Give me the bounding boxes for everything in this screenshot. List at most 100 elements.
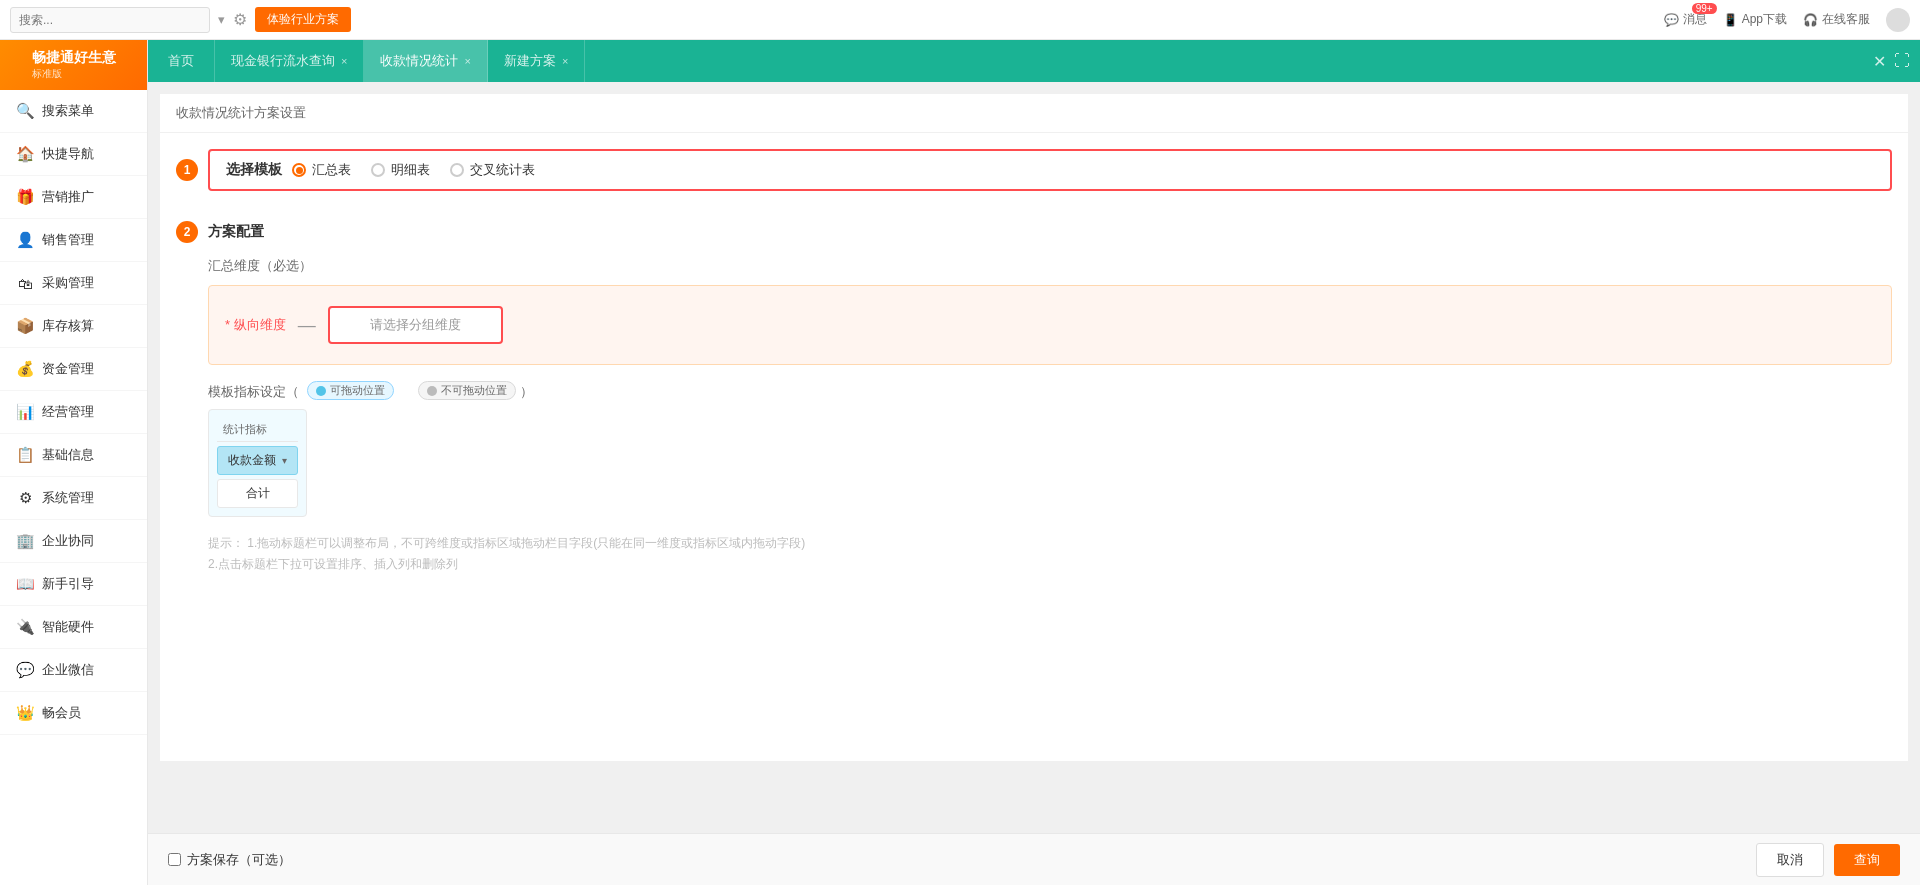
sidebar-item-label: 采购管理 [42, 274, 94, 292]
page-content: 收款情况统计方案设置 1 选择模板 汇总表 明细表 交叉统计表 [148, 82, 1920, 833]
support-icon: 🎧 [1803, 13, 1818, 27]
purchase-icon: 🛍 [16, 274, 34, 292]
paren-close: ） [520, 384, 533, 399]
draggable-dot [316, 386, 326, 396]
tab-label: 首页 [168, 52, 194, 70]
message-badge: 99+ [1692, 3, 1717, 14]
radio-cross[interactable]: 交叉统计表 [450, 161, 535, 179]
top-bar-right: 💬 消息 99+ 📱 App下载 🎧 在线客服 [1664, 8, 1910, 32]
online-support-label: 在线客服 [1822, 11, 1870, 28]
save-checkbox[interactable]: 方案保存（可选） [168, 851, 291, 869]
step2-section: 2 方案配置 汇总维度（必选） * 纵向维度 — 请选择分组维度 [160, 221, 1908, 592]
sidebar-nav: 🔍 搜索菜单 🏠 快捷导航 🎁营销推广 👤 销售管理 🛍 采购管理 📦库存核算💰资金管理 📊 经营管理… [0, 90, 147, 885]
step1-title: 选择模板 [226, 161, 282, 179]
sidebar-item-corp-wechat[interactable]: 💬企业微信 [0, 649, 147, 692]
tip-item: 提示： 1.拖动标题栏可以调整布局，不可跨维度或指标区域拖动栏目字段(只能在同一… [208, 533, 1892, 555]
step2-title: 方案配置 [208, 223, 264, 241]
operation-icon: 📊 [16, 403, 34, 421]
top-bar-left: ▾ ⚙ 体验行业方案 [10, 7, 1664, 33]
sidebar-item-label: 新手引导 [42, 575, 94, 593]
corp-collab-icon: 🏢 [16, 532, 34, 550]
avatar[interactable] [1886, 8, 1910, 32]
base-icon: 📋 [16, 446, 34, 464]
quick-nav-icon: 🏠 [16, 145, 34, 163]
message-item[interactable]: 💬 消息 99+ [1664, 11, 1707, 28]
radio-label-summary: 汇总表 [312, 161, 351, 179]
content-area: 首页现金银行流水查询×收款情况统计×新建方案×✕⛶ 收款情况统计方案设置 1 选… [148, 40, 1920, 885]
sidebar-item-label: 资金管理 [42, 360, 94, 378]
metrics-section-label: 模板指标设定（ [208, 384, 299, 399]
sidebar-item-label: 快捷导航 [42, 145, 94, 163]
message-icon: 💬 [1664, 13, 1679, 27]
sales-icon: 👤 [16, 231, 34, 249]
sidebar-item-label: 搜索菜单 [42, 102, 94, 120]
marketing-icon: 🎁 [16, 188, 34, 206]
sidebar-item-system[interactable]: ⚙系统管理 [0, 477, 147, 520]
sidebar-item-purchase[interactable]: 🛍 采购管理 [0, 262, 147, 305]
step2-num: 2 [176, 221, 198, 243]
close-window-icon[interactable]: ✕ [1873, 52, 1886, 71]
tab-close-icon[interactable]: × [464, 55, 470, 67]
sidebar-item-label: 智能硬件 [42, 618, 94, 636]
settings-icon[interactable]: ⚙ [233, 10, 247, 29]
search-icon: 🔍 [16, 102, 34, 120]
system-icon: ⚙ [16, 489, 34, 507]
non-draggable-label: 不可拖动位置 [441, 383, 507, 398]
smart-hw-icon: 🔌 [16, 618, 34, 636]
tab-new-plan[interactable]: 新建方案× [488, 40, 585, 82]
metrics-hint: 模板指标设定（ 可拖动位置 不可拖动位置 ） [208, 381, 1892, 401]
metrics-subtag: 合计 [217, 479, 298, 508]
metrics-tag-item[interactable]: 收款金额 ▾ [217, 446, 298, 475]
sidebar-item-label: 销售管理 [42, 231, 94, 249]
sidebar-item-inventory[interactable]: 📦库存核算 [0, 305, 147, 348]
sidebar-item-label: 经营管理 [42, 403, 94, 421]
sidebar-item-operation[interactable]: 📊 经营管理 [0, 391, 147, 434]
sidebar-item-guide[interactable]: 📖新手引导 [0, 563, 147, 606]
cancel-button[interactable]: 取消 [1756, 843, 1824, 877]
dim-selector[interactable]: 请选择分组维度 [328, 306, 503, 344]
sidebar-item-quick-nav[interactable]: 🏠 快捷导航 [0, 133, 147, 176]
radio-label-cross: 交叉统计表 [470, 161, 535, 179]
step1-section: 1 选择模板 汇总表 明细表 交叉统计表 [160, 133, 1908, 221]
sidebar-item-label: 库存核算 [42, 317, 94, 335]
chevron-down-icon: ▾ [282, 455, 287, 466]
sidebar: 畅捷通好生意 标准版 🔍搜索菜单🏠快捷导航🎁营销推广👤销售管理🛍采购管理📦库存核… [0, 40, 148, 885]
online-support-item[interactable]: 🎧 在线客服 [1803, 11, 1870, 28]
sidebar-item-label: 企业协同 [42, 532, 94, 550]
member-icon: 👑 [16, 704, 34, 722]
sidebar-item-label: 企业微信 [42, 661, 94, 679]
maximize-icon[interactable]: ⛶ [1894, 52, 1910, 70]
bottom-bar: 方案保存（可选） 取消 查询 [148, 833, 1920, 885]
metrics-tag-area: 统计指标 收款金额 ▾ 合计 [208, 409, 307, 517]
sidebar-item-member[interactable]: 👑畅会员 [0, 692, 147, 735]
top-bar: ▾ ⚙ 体验行业方案 💬 消息 99+ 📱 App下载 🎧 在线客服 [0, 0, 1920, 40]
radio-summary[interactable]: 汇总表 [292, 161, 351, 179]
tab-home[interactable]: 首页 [148, 40, 215, 82]
tab-close-icon[interactable]: × [562, 55, 568, 67]
dimension-row: * 纵向维度 — 请选择分组维度 [225, 306, 1875, 344]
query-button[interactable]: 查询 [1834, 844, 1900, 876]
tab-receipt-stat[interactable]: 收款情况统计 × [364, 40, 487, 82]
search-input[interactable] [10, 7, 210, 33]
step1-num: 1 [176, 159, 198, 181]
save-checkbox-input[interactable] [168, 853, 181, 866]
sidebar-item-corp-collab[interactable]: 🏢 企业协同 [0, 520, 147, 563]
sidebar-item-smart-hw[interactable]: 🔌 智能硬件 [0, 606, 147, 649]
trial-button[interactable]: 体验行业方案 [255, 7, 351, 32]
template-radio-group: 汇总表 明细表 交叉统计表 [292, 161, 535, 179]
sidebar-item-finance[interactable]: 💰资金管理 [0, 348, 147, 391]
app-download-item[interactable]: 📱 App下载 [1723, 11, 1787, 28]
sidebar-item-base[interactable]: 📋基础信息 [0, 434, 147, 477]
tab-bank-flow[interactable]: 现金银行流水查询 × [215, 40, 364, 82]
tab-label: 现金银行流水查询 [231, 52, 335, 70]
tab-label: 收款情况统计 [380, 52, 458, 70]
sidebar-item-sales[interactable]: 👤 销售管理 [0, 219, 147, 262]
sidebar-item-search[interactable]: 🔍 搜索菜单 [0, 90, 147, 133]
sidebar-item-marketing[interactable]: 🎁营销推广 [0, 176, 147, 219]
dimension-area: * 纵向维度 — 请选择分组维度 [208, 285, 1892, 365]
radio-detail[interactable]: 明细表 [371, 161, 430, 179]
dropdown-arrow-icon[interactable]: ▾ [218, 12, 225, 27]
vertical-dim-label: * 纵向维度 [225, 316, 286, 334]
tab-bar: 首页现金银行流水查询×收款情况统计×新建方案×✕⛶ [148, 40, 1920, 82]
tab-close-icon[interactable]: × [341, 55, 347, 67]
